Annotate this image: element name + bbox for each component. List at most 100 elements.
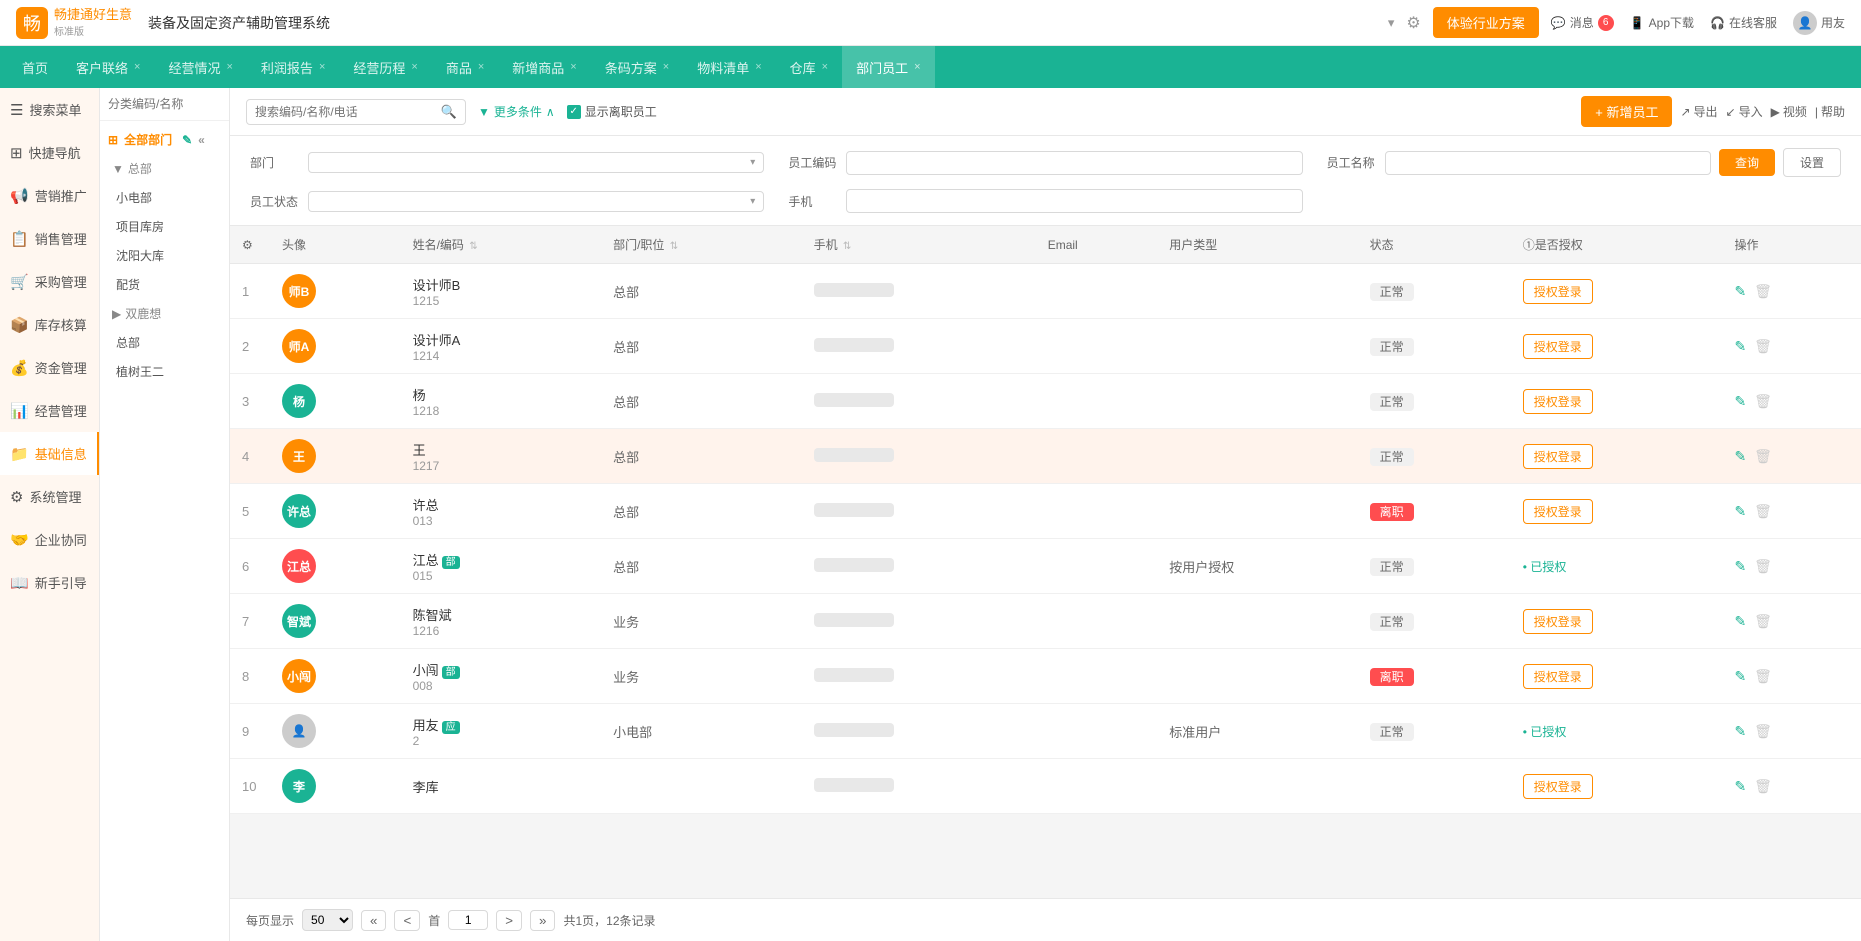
close-icon[interactable]: × bbox=[478, 61, 484, 73]
user-btn[interactable]: 👤 用友 bbox=[1793, 11, 1845, 35]
per-page-select[interactable]: 50 100 bbox=[302, 909, 353, 931]
close-icon[interactable]: × bbox=[570, 61, 576, 73]
col-dept[interactable]: 部门/职位 ⇅ bbox=[601, 226, 802, 264]
dept-item-shenyang[interactable]: 沈阳大库 bbox=[100, 241, 229, 270]
edit-icon[interactable]: ✎ bbox=[1734, 338, 1746, 355]
tab-home[interactable]: 首页 bbox=[8, 46, 62, 88]
auth-login-btn[interactable]: 授权登录 bbox=[1523, 444, 1593, 469]
delete-icon[interactable]: 🗑 bbox=[1754, 723, 1772, 740]
auth-login-btn[interactable]: 授权登录 bbox=[1523, 499, 1593, 524]
search-icon[interactable]: 🔍 bbox=[441, 104, 457, 120]
tab-bom[interactable]: 物料清单× bbox=[683, 46, 775, 88]
tab-warehouse[interactable]: 仓库× bbox=[776, 46, 842, 88]
auth-login-btn[interactable]: 授权登录 bbox=[1523, 609, 1593, 634]
delete-icon[interactable]: 🗑 bbox=[1754, 448, 1772, 465]
delete-icon[interactable]: 🗑 bbox=[1754, 613, 1772, 630]
next-page-btn[interactable]: > bbox=[496, 910, 522, 931]
reset-btn[interactable]: 设置 bbox=[1783, 148, 1841, 177]
tab-add-goods[interactable]: 新增商品× bbox=[498, 46, 590, 88]
tab-operation[interactable]: 经营情况× bbox=[154, 46, 246, 88]
close-icon[interactable]: × bbox=[134, 61, 140, 73]
dept-all-header[interactable]: ⊞ 全部部门 ✎ « bbox=[100, 125, 229, 154]
nav-inventory[interactable]: 📦库存核算 bbox=[0, 303, 99, 346]
dept-item-shuanglu[interactable]: ▶ 双鹿想 bbox=[100, 299, 229, 328]
close-icon[interactable]: × bbox=[755, 61, 761, 73]
tab-history[interactable]: 经营历程× bbox=[339, 46, 431, 88]
edit-icon[interactable]: ✎ bbox=[1734, 668, 1746, 685]
filter-status-select[interactable] bbox=[308, 191, 764, 212]
filter-dept-select[interactable] bbox=[308, 152, 764, 173]
close-icon[interactable]: × bbox=[319, 61, 325, 73]
close-icon[interactable]: × bbox=[663, 61, 669, 73]
settings-icon[interactable]: ⚙ bbox=[1406, 13, 1420, 33]
settings-icon[interactable]: ⚙ bbox=[242, 238, 253, 252]
nav-purchase[interactable]: 🛒采购管理 bbox=[0, 260, 99, 303]
nav-collab[interactable]: 🤝企业协同 bbox=[0, 518, 99, 561]
delete-icon[interactable]: 🗑 bbox=[1754, 558, 1772, 575]
delete-icon[interactable]: 🗑 bbox=[1754, 778, 1772, 795]
tab-profit[interactable]: 利润报告× bbox=[247, 46, 339, 88]
import-btn[interactable]: ↙ 导入 bbox=[1726, 103, 1763, 120]
auth-login-btn[interactable]: 授权登录 bbox=[1523, 279, 1593, 304]
close-icon[interactable]: × bbox=[226, 61, 232, 73]
tab-goods[interactable]: 商品× bbox=[432, 46, 498, 88]
close-icon[interactable]: × bbox=[822, 61, 828, 73]
col-name[interactable]: 姓名/编码 ⇅ bbox=[401, 226, 602, 264]
nav-search[interactable]: ☰搜索菜单 bbox=[0, 88, 99, 131]
edit-icon[interactable]: ✎ bbox=[1734, 558, 1746, 575]
filter-phone-input[interactable] bbox=[846, 189, 1302, 213]
edit-icon[interactable]: ✎ bbox=[1734, 723, 1746, 740]
edit-dept-icon[interactable]: ✎ bbox=[182, 133, 192, 147]
nav-marketing[interactable]: 📢营销推广 bbox=[0, 174, 99, 217]
last-page-btn[interactable]: » bbox=[530, 910, 555, 931]
search-btn[interactable]: 查询 bbox=[1719, 149, 1775, 176]
export-btn[interactable]: ↗ 导出 bbox=[1680, 103, 1717, 120]
dept-item-plant[interactable]: 植树王二 bbox=[100, 357, 229, 386]
close-icon[interactable]: × bbox=[411, 61, 417, 73]
add-employee-btn[interactable]: + 新增员工 bbox=[1581, 96, 1672, 127]
col-phone[interactable]: 手机 ⇅ bbox=[802, 226, 1036, 264]
nav-sales[interactable]: 📋销售管理 bbox=[0, 217, 99, 260]
first-page-btn[interactable]: « bbox=[361, 910, 386, 931]
edit-icon[interactable]: ✎ bbox=[1734, 283, 1746, 300]
app-download-btn[interactable]: 📱 App下载 bbox=[1630, 14, 1694, 31]
dept-item-project[interactable]: 项目库房 bbox=[100, 212, 229, 241]
search-input[interactable] bbox=[255, 105, 437, 119]
nav-basic-info[interactable]: 📁基础信息 bbox=[0, 432, 99, 475]
delete-icon[interactable]: 🗑 bbox=[1754, 338, 1772, 355]
filter-empcode-input[interactable] bbox=[846, 151, 1302, 175]
try-btn[interactable]: 体验行业方案 bbox=[1433, 7, 1539, 38]
edit-icon[interactable]: ✎ bbox=[1734, 448, 1746, 465]
auth-login-btn[interactable]: 授权登录 bbox=[1523, 664, 1593, 689]
nav-guide[interactable]: 📖新手引导 bbox=[0, 561, 99, 604]
tab-barcode[interactable]: 条码方案× bbox=[591, 46, 683, 88]
dept-item-distribution[interactable]: 配货 bbox=[100, 270, 229, 299]
nav-business[interactable]: 📊经营管理 bbox=[0, 389, 99, 432]
col-settings[interactable]: ⚙ bbox=[230, 226, 270, 264]
message-btn[interactable]: 💬 消息 6 bbox=[1551, 14, 1614, 31]
filter-empname-input[interactable] bbox=[1385, 151, 1711, 175]
edit-icon[interactable]: ✎ bbox=[1734, 778, 1746, 795]
delete-icon[interactable]: 🗑 bbox=[1754, 283, 1772, 300]
nav-system[interactable]: ⚙系统管理 bbox=[0, 475, 99, 518]
show-departed-checkbox[interactable]: ✓ bbox=[567, 105, 581, 119]
online-service-btn[interactable]: 🎧 在线客服 bbox=[1710, 14, 1777, 31]
filter-more-btn[interactable]: ▼ 更多条件 ∧ bbox=[478, 103, 555, 120]
tab-customer[interactable]: 客户联络× bbox=[62, 46, 154, 88]
dept-group-headquarters[interactable]: ▼ 总部 bbox=[100, 154, 229, 183]
collapse-icon[interactable]: « bbox=[198, 133, 205, 147]
dept-item-xiaodian[interactable]: 小电部 bbox=[100, 183, 229, 212]
edit-icon[interactable]: ✎ bbox=[1734, 393, 1746, 410]
prev-page-btn[interactable]: < bbox=[394, 910, 420, 931]
nav-shortcuts[interactable]: ⊞快捷导航 bbox=[0, 131, 99, 174]
nav-finance[interactable]: 💰资金管理 bbox=[0, 346, 99, 389]
dropdown-arrow-icon[interactable]: ▾ bbox=[1388, 15, 1395, 31]
auth-login-btn[interactable]: 授权登录 bbox=[1523, 334, 1593, 359]
delete-icon[interactable]: 🗑 bbox=[1754, 503, 1772, 520]
show-departed-area[interactable]: ✓ 显示离职员工 bbox=[567, 103, 657, 120]
close-icon[interactable]: × bbox=[914, 61, 920, 73]
edit-icon[interactable]: ✎ bbox=[1734, 503, 1746, 520]
page-input[interactable] bbox=[448, 910, 488, 930]
delete-icon[interactable]: 🗑 bbox=[1754, 668, 1772, 685]
view-btn[interactable]: ▶ 视频 bbox=[1771, 103, 1807, 120]
